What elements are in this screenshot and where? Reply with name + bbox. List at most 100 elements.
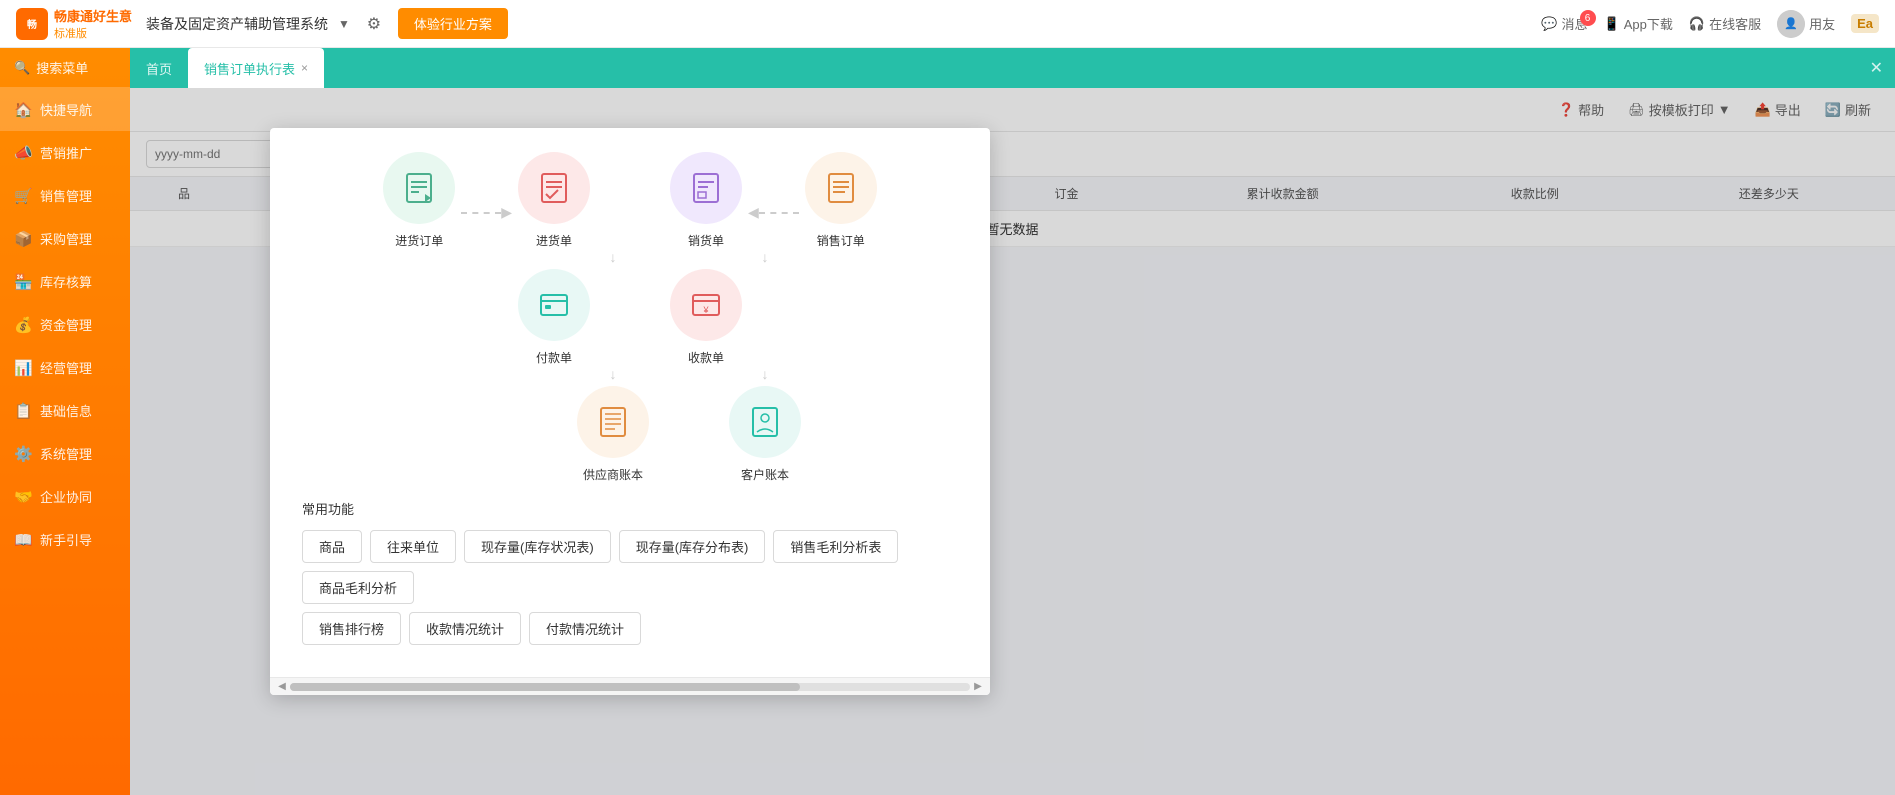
flow-node-supplier-account[interactable]: 供应商账本 — [577, 386, 649, 483]
modal-overlay[interactable]: 进货订单 ▶ — [130, 88, 1895, 795]
supplier-account-circle — [577, 386, 649, 458]
user-menu[interactable]: 👤 用友 — [1777, 10, 1835, 38]
func-btn-8[interactable]: 付款情况统计 — [529, 612, 641, 645]
sidebar-item-guide[interactable]: 📖 新手引导 — [0, 518, 130, 561]
cooperation-icon: 🤝 — [14, 488, 32, 506]
func-btn-4[interactable]: 销售毛利分析表 — [773, 530, 898, 563]
sidebar-label-quick-nav: 快捷导航 — [40, 100, 92, 119]
sidebar-label-cooperation: 企业协同 — [40, 487, 92, 506]
customer-account-circle — [729, 386, 801, 458]
scroll-left-icon[interactable]: ◀ — [274, 679, 290, 695]
logo-icon: 畅 — [16, 8, 48, 40]
marketing-icon: 📣 — [14, 144, 32, 162]
sidebar-item-sales[interactable]: 🛒 销售管理 — [0, 174, 130, 217]
arrow-down-pay: ↓ — [577, 366, 649, 382]
flow-modal: 进货订单 ▶ — [270, 128, 990, 695]
svg-text:¥: ¥ — [702, 305, 709, 315]
arrow-po-pb: ▶ — [455, 204, 518, 221]
sidebar-item-marketing[interactable]: 📣 营销推广 — [0, 131, 130, 174]
settings-button[interactable]: ⚙ — [360, 10, 388, 38]
func-buttons-row2: 销售排行榜 收款情况统计 付款情况统计 — [302, 612, 958, 645]
sidebar-label-marketing: 营销推广 — [40, 143, 92, 162]
top-right-area: 💬 消息 6 📱 App下载 🎧 在线客服 👤 用友 Ea — [1541, 10, 1879, 38]
func-btn-2[interactable]: 现存量(库存状况表) — [464, 530, 611, 563]
tab-bar: 首页 销售订单执行表 × ✕ — [130, 48, 1895, 88]
try-plan-button[interactable]: 体验行业方案 — [398, 8, 508, 39]
inventory-icon: 🏪 — [14, 273, 32, 291]
sidebar-item-purchase[interactable]: 📦 采购管理 — [0, 217, 130, 260]
app-download-button[interactable]: 📱 App下载 — [1604, 14, 1673, 33]
sales-bill-label: 销货单 — [688, 232, 724, 249]
purchase-bill-label: 进货单 — [536, 232, 572, 249]
sidebar: 🔍 搜索菜单 🏠 快捷导航 📣 营销推广 🛒 销售管理 📦 采购管理 🏪 — [0, 48, 130, 795]
sales-icon: 🛒 — [14, 187, 32, 205]
page-content: ❓ 帮助 🖨 按模板打印 ▼ 📤 导出 🔄 刷新 — [130, 88, 1895, 795]
window-close-button[interactable]: ✕ — [1870, 58, 1883, 78]
func-btn-6[interactable]: 销售排行榜 — [302, 612, 401, 645]
flow-node-purchase-order[interactable]: 进货订单 — [383, 152, 455, 249]
sidebar-item-quick-nav[interactable]: 🏠 快捷导航 — [0, 88, 130, 131]
sidebar-label-operation: 经营管理 — [40, 358, 92, 377]
func-btn-3[interactable]: 现存量(库存分布表) — [619, 530, 766, 563]
func-btn-5[interactable]: 商品毛利分析 — [302, 571, 414, 604]
finance-icon: 💰 — [14, 316, 32, 334]
arrow-down-pb: ↓ — [577, 249, 649, 265]
sidebar-item-inventory[interactable]: 🏪 库存核算 — [0, 260, 130, 303]
scroll-right-icon[interactable]: ▶ — [970, 679, 986, 695]
payment-bill-circle — [518, 269, 590, 341]
basic-icon: 📋 — [14, 402, 32, 420]
flow-arrows-down-row: ↓ ↓ — [302, 249, 958, 265]
tab-close-button[interactable]: × — [301, 61, 308, 75]
scrollbar-track[interactable] — [290, 683, 970, 691]
message-button[interactable]: 💬 消息 6 — [1541, 14, 1587, 33]
flow-node-payment-bill[interactable]: 付款单 — [518, 269, 590, 366]
sidebar-label-inventory: 库存核算 — [40, 272, 92, 291]
system-dropdown[interactable]: ▼ — [338, 17, 350, 31]
sidebar-item-operation[interactable]: 📊 经营管理 — [0, 346, 130, 389]
arrow-down-rec: ↓ — [729, 366, 801, 382]
sidebar-item-basic[interactable]: 📋 基础信息 — [0, 389, 130, 432]
func-btn-1[interactable]: 往来单位 — [370, 530, 456, 563]
func-btn-0[interactable]: 商品 — [302, 530, 362, 563]
guide-icon: 📖 — [14, 531, 32, 549]
arrow-so-sb: ◀ — [742, 204, 805, 221]
func-btn-7[interactable]: 收款情况统计 — [409, 612, 521, 645]
logo-text: 畅康通好生意 标准版 — [54, 6, 132, 41]
sidebar-search[interactable]: 🔍 搜索菜单 — [0, 48, 130, 88]
sidebar-item-cooperation[interactable]: 🤝 企业协同 — [0, 475, 130, 518]
modal-scrollbar: ◀ ▶ — [270, 677, 990, 695]
sidebar-label-purchase: 采购管理 — [40, 229, 92, 248]
sidebar-label-basic: 基础信息 — [40, 401, 92, 420]
receipt-bill-label: 收款单 — [688, 349, 724, 366]
online-service-button[interactable]: 🎧 在线客服 — [1689, 14, 1761, 33]
logo-area: 畅 畅康通好生意 标准版 — [16, 6, 136, 41]
sales-bill-circle — [670, 152, 742, 224]
purchase-bill-circle — [518, 152, 590, 224]
sidebar-item-system[interactable]: ⚙️ 系统管理 — [0, 432, 130, 475]
flow-node-sales-order[interactable]: 销售订单 — [805, 152, 877, 249]
sales-order-label: 销售订单 — [817, 232, 865, 249]
sales-order-circle — [805, 152, 877, 224]
flow-node-sales-bill[interactable]: 销货单 — [670, 152, 742, 249]
system-icon: ⚙️ — [14, 445, 32, 463]
flow-node-purchase-bill[interactable]: 进货单 — [518, 152, 590, 249]
tab-sales-order[interactable]: 销售订单执行表 × — [188, 48, 324, 88]
flow-node-receipt-bill[interactable]: ¥ 收款单 — [670, 269, 742, 366]
svg-text:畅: 畅 — [27, 18, 37, 31]
app-wrapper: 畅 畅康通好生意 标准版 装备及固定资产辅助管理系统 ▼ ⚙ 体验行业方案 💬 … — [0, 0, 1895, 795]
sidebar-item-finance[interactable]: 💰 资金管理 — [0, 303, 130, 346]
modal-content: 进货订单 ▶ — [270, 128, 990, 677]
ea-badge: Ea — [1851, 14, 1879, 33]
search-icon: 🔍 — [14, 60, 30, 76]
tab-home[interactable]: 首页 — [130, 48, 188, 88]
functions-section: 常用功能 商品 往来单位 现存量(库存状况表) 现存量(库存分布表) 销售毛利分… — [302, 483, 958, 653]
system-name: 装备及固定资产辅助管理系统 — [146, 14, 328, 34]
supplier-account-label: 供应商账本 — [583, 466, 643, 483]
purchase-order-circle — [383, 152, 455, 224]
flow-node-customer-account[interactable]: 客户账本 — [729, 386, 801, 483]
purchase-icon: 📦 — [14, 230, 32, 248]
message-badge: 6 — [1580, 10, 1596, 26]
tab-sales-order-label: 销售订单执行表 — [204, 59, 295, 78]
payment-bill-label: 付款单 — [536, 349, 572, 366]
flow-diagram: 进货订单 ▶ — [302, 152, 958, 483]
